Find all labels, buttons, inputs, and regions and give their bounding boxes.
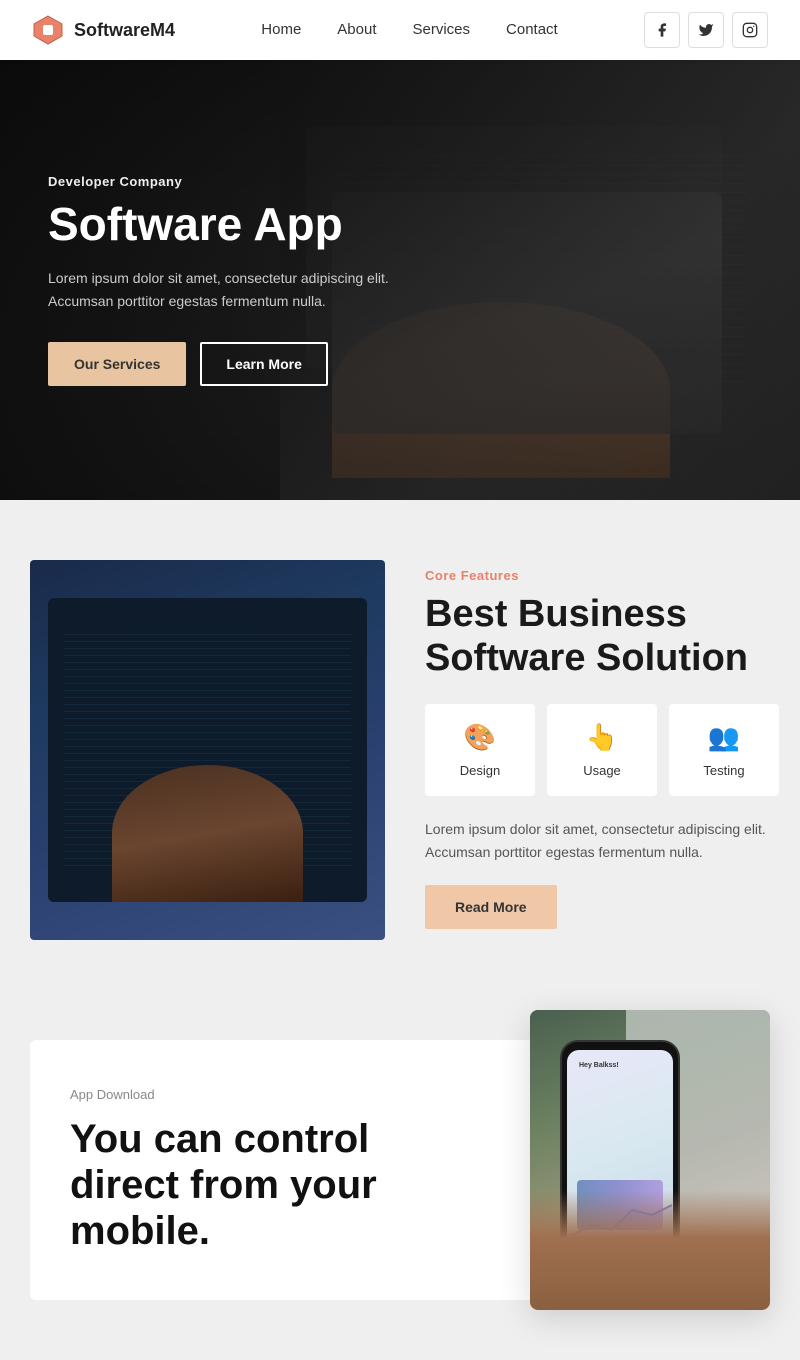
our-services-button[interactable]: Our Services bbox=[48, 342, 186, 386]
features-title: Best BusinessSoftware Solution bbox=[425, 593, 779, 680]
twitter-icon bbox=[698, 22, 714, 38]
brand: SoftwareM4 bbox=[32, 14, 175, 46]
facebook-icon bbox=[654, 22, 670, 38]
design-icon: 🎨 bbox=[464, 722, 496, 753]
brand-name: SoftwareM4 bbox=[74, 20, 175, 41]
features-content: Core Features Best BusinessSoftware Solu… bbox=[425, 560, 779, 929]
feature-card-testing: 👥 Testing bbox=[669, 704, 779, 796]
nav-about[interactable]: About bbox=[337, 21, 376, 38]
read-more-button[interactable]: Read More bbox=[425, 885, 557, 929]
features-section: Core Features Best BusinessSoftware Solu… bbox=[0, 500, 800, 1000]
app-image bbox=[530, 1010, 770, 1310]
nav-services[interactable]: Services bbox=[413, 21, 471, 38]
app-section: App Download You can controldirect from … bbox=[0, 1000, 800, 1360]
app-title: You can controldirect from yourmobile. bbox=[70, 1116, 470, 1254]
hero-subtitle: Developer Company bbox=[48, 174, 452, 189]
nav-home[interactable]: Home bbox=[261, 21, 301, 38]
app-card: App Download You can controldirect from … bbox=[30, 1040, 770, 1300]
hero-title: Software App bbox=[48, 199, 452, 250]
testing-icon: 👥 bbox=[708, 722, 740, 753]
twitter-button[interactable] bbox=[688, 12, 724, 48]
monitor-simulation bbox=[48, 598, 368, 902]
features-image-inner bbox=[30, 560, 385, 940]
brand-icon bbox=[32, 14, 64, 46]
app-content: App Download You can controldirect from … bbox=[30, 1040, 510, 1300]
navbar: SoftwareM4 Home About Services Contact bbox=[0, 0, 800, 60]
features-label: Core Features bbox=[425, 568, 779, 583]
hero-buttons: Our Services Learn More bbox=[48, 342, 452, 386]
testing-label: Testing bbox=[703, 763, 744, 778]
app-label: App Download bbox=[70, 1087, 470, 1102]
learn-more-button[interactable]: Learn More bbox=[200, 342, 327, 386]
instagram-icon bbox=[742, 22, 758, 38]
features-image bbox=[30, 560, 385, 940]
nav-contact[interactable]: Contact bbox=[506, 21, 558, 38]
usage-icon: 👆 bbox=[586, 722, 618, 753]
app-image-wrapper bbox=[510, 1040, 770, 1300]
hero-content: Developer Company Software App Lorem ips… bbox=[0, 174, 500, 386]
feature-card-usage: 👆 Usage bbox=[547, 704, 657, 796]
instagram-button[interactable] bbox=[732, 12, 768, 48]
feature-card-design: 🎨 Design bbox=[425, 704, 535, 796]
features-description: Lorem ipsum dolor sit amet, consectetur … bbox=[425, 818, 779, 863]
design-label: Design bbox=[460, 763, 500, 778]
social-links bbox=[644, 12, 768, 48]
facebook-button[interactable] bbox=[644, 12, 680, 48]
usage-label: Usage bbox=[583, 763, 621, 778]
hero-section: Developer Company Software App Lorem ips… bbox=[0, 60, 800, 500]
feature-cards: 🎨 Design 👆 Usage 👥 Testing bbox=[425, 704, 779, 796]
nav-links: Home About Services Contact bbox=[261, 21, 557, 39]
hero-description: Lorem ipsum dolor sit amet, consectetur … bbox=[48, 267, 452, 312]
